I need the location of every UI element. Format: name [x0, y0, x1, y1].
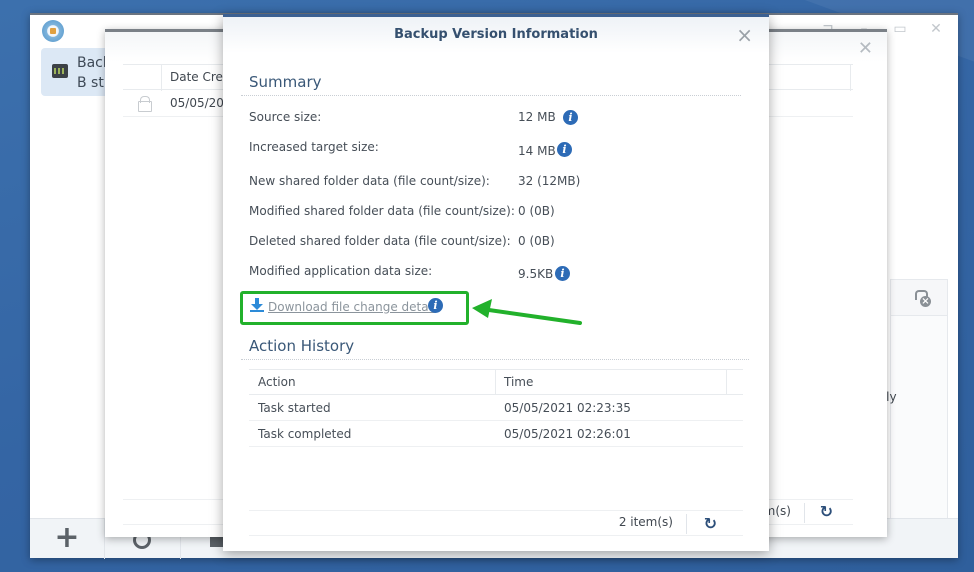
info-icon[interactable]: i — [428, 298, 443, 313]
panel-header — [891, 280, 947, 316]
source-size-label: Source size: — [249, 110, 322, 124]
column-header-date-created[interactable]: Date Crea — [170, 70, 230, 84]
new-shared-folder-data-label: New shared folder data (file count/size)… — [249, 174, 490, 188]
deleted-shared-folder-data-label: Deleted shared folder data (file count/s… — [249, 234, 511, 248]
footer-divider — [686, 514, 687, 534]
app-logo-icon — [42, 20, 64, 42]
refresh-icon[interactable]: ↻ — [820, 502, 833, 521]
column-divider — [850, 65, 851, 91]
new-shared-folder-data-value: 32 (12MB) — [518, 174, 581, 188]
section-divider — [241, 95, 741, 96]
task-details-panel — [890, 279, 948, 519]
footer-divider — [804, 503, 805, 523]
column-divider — [161, 65, 162, 91]
download-icon[interactable] — [250, 298, 264, 312]
column-divider — [726, 370, 727, 395]
increased-target-size-value: 14 MB — [518, 144, 556, 158]
lock-icon — [138, 96, 152, 112]
backup-version-info-dialog: Backup Version Information × Summary Sou… — [223, 14, 769, 551]
info-icon[interactable]: i — [563, 110, 578, 125]
action-history-section-title: Action History — [249, 337, 355, 355]
add-button[interactable]: + — [30, 519, 104, 559]
sidebar-item-sublabel: B st — [77, 75, 104, 91]
nas-device-icon — [52, 64, 68, 78]
summary-section-title: Summary — [249, 73, 322, 91]
dialog-title: Backup Version Information — [394, 27, 598, 42]
modified-app-data-size-value: 9.5KB — [518, 267, 554, 281]
lock-remove-icon[interactable] — [915, 290, 931, 307]
increased-target-size-label: Increased target size: — [249, 140, 379, 154]
column-divider — [495, 370, 496, 395]
section-divider — [241, 359, 749, 360]
table-header: Action Time — [249, 369, 743, 395]
info-icon[interactable]: i — [557, 142, 572, 157]
close-icon[interactable]: ✕ — [858, 38, 873, 59]
modified-shared-folder-data-value: 0 (0B) — [518, 204, 555, 218]
dialog-title-bar: Backup Version Information × — [223, 17, 769, 53]
refresh-icon[interactable]: ↻ — [704, 514, 717, 533]
list-icon[interactable] — [210, 537, 224, 547]
dialog-footer: 2 item(s) ↻ — [249, 510, 743, 536]
date-cell: 05/05/20 — [170, 96, 224, 110]
column-header-action[interactable]: Action — [258, 375, 296, 389]
action-cell: Task completed — [258, 427, 352, 441]
time-cell: 05/05/2021 02:26:01 — [504, 427, 631, 441]
source-size-value: 12 MB — [518, 110, 556, 124]
close-icon[interactable]: ✕ — [928, 21, 944, 37]
column-header-time[interactable]: Time — [504, 375, 533, 389]
download-file-change-detail-link[interactable]: Download file change detail — [268, 300, 435, 314]
table-row[interactable]: Task started 05/05/2021 02:23:35 — [249, 395, 743, 421]
info-icon[interactable]: i — [555, 266, 570, 281]
close-icon[interactable]: × — [736, 23, 753, 47]
modified-app-data-size-label: Modified application data size: — [249, 264, 433, 278]
table-row[interactable]: Task completed 05/05/2021 02:26:01 — [249, 421, 743, 447]
time-cell: 05/05/2021 02:23:35 — [504, 401, 631, 415]
modified-shared-folder-data-label: Modified shared folder data (file count/… — [249, 204, 515, 218]
deleted-shared-folder-data-value: 0 (0B) — [518, 234, 555, 248]
action-cell: Task started — [258, 401, 331, 415]
annotation-arrow-icon — [472, 299, 582, 325]
item-count: 2 item(s) — [618, 515, 673, 529]
maximize-icon[interactable]: ▭ — [892, 21, 908, 37]
action-history-table: Action Time Task started 05/05/2021 02:2… — [249, 369, 743, 447]
